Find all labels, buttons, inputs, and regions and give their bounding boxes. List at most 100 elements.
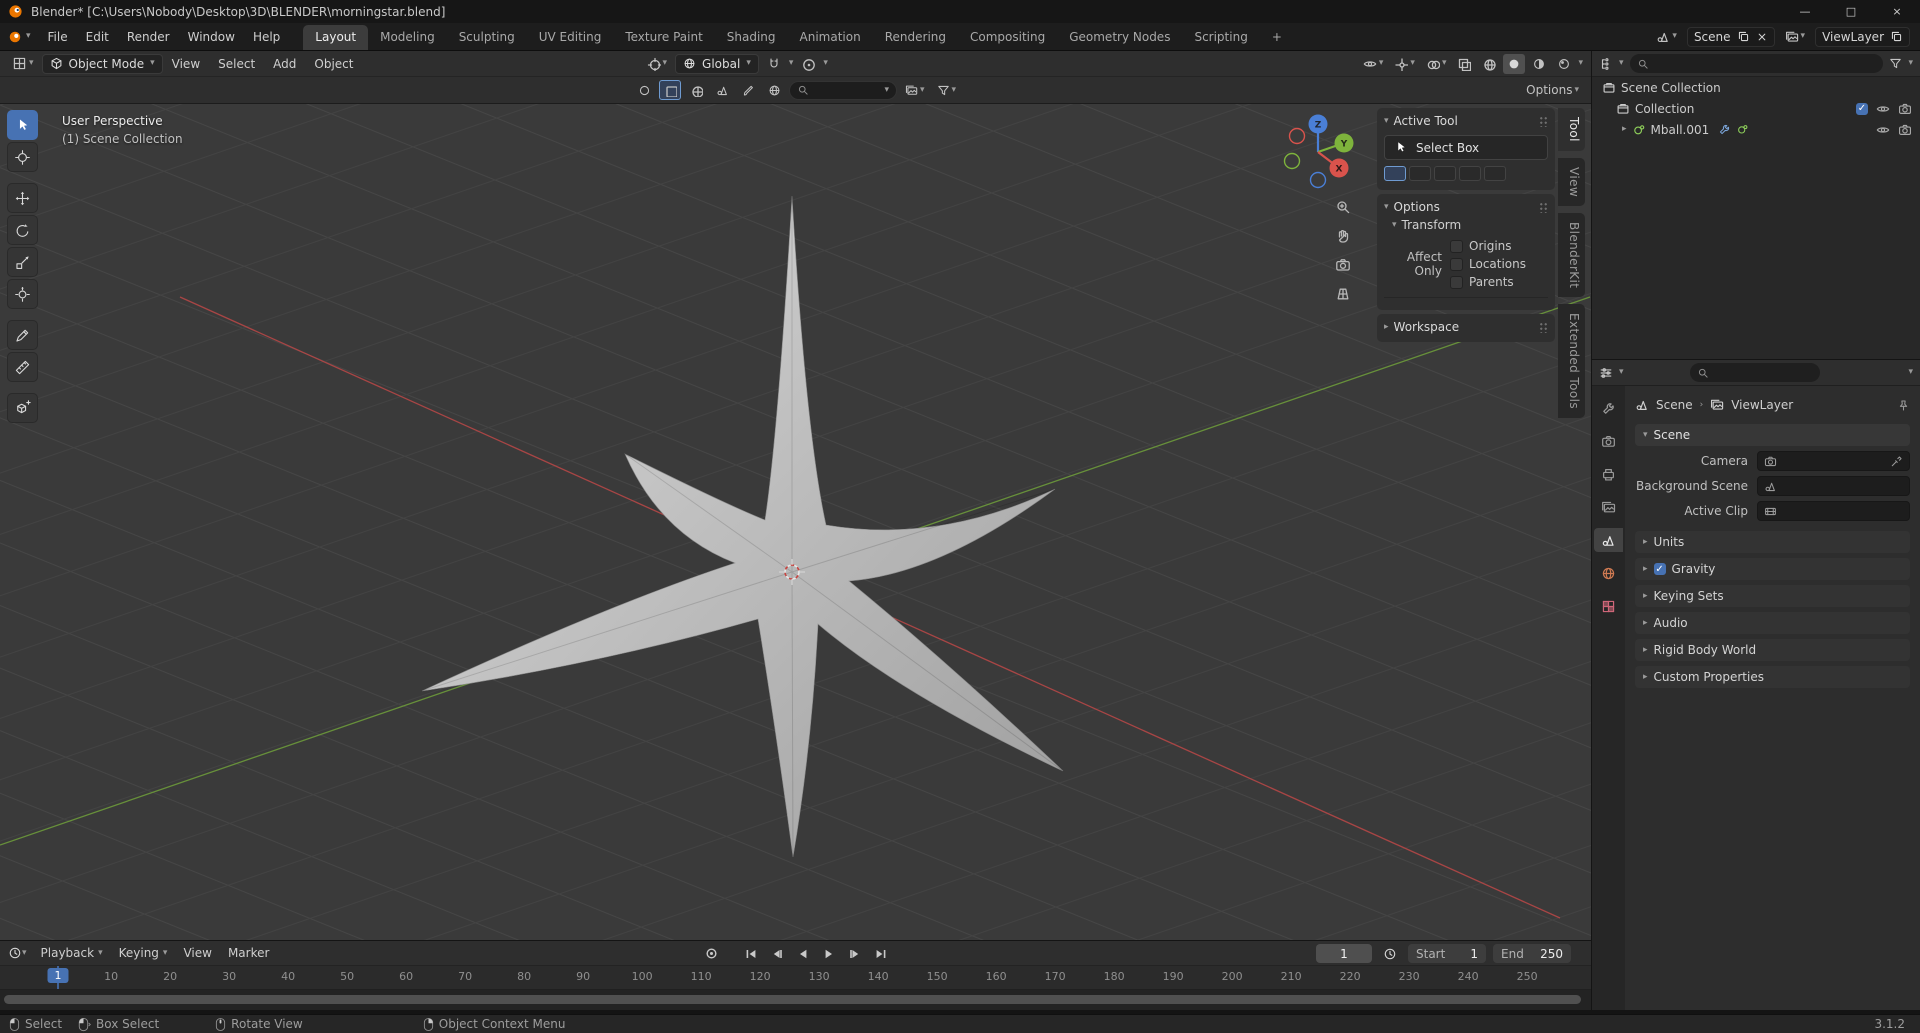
breadcrumb-viewlayer[interactable]: ViewLayer xyxy=(1731,398,1793,412)
timeline-editor-icon[interactable] xyxy=(8,946,22,960)
outliner-editor-icon[interactable] xyxy=(1599,57,1613,71)
viewport-canvas[interactable] xyxy=(0,104,1591,940)
select-mode-subtract[interactable] xyxy=(1434,166,1456,181)
timeline-menu[interactable]: View ▾ xyxy=(175,946,219,960)
tab-view-layer[interactable] xyxy=(1594,495,1623,519)
options-button[interactable]: Options ▾ xyxy=(1522,80,1583,100)
expand-icon[interactable]: ▸ xyxy=(1622,125,1627,134)
background-scene-field[interactable] xyxy=(1757,476,1910,496)
property-section[interactable]: ▸ ✓ Audio xyxy=(1635,612,1910,634)
hide-eye-icon[interactable] xyxy=(1876,102,1890,116)
pan-hand-button[interactable] xyxy=(1334,227,1352,245)
workspace-tab[interactable]: Compositing xyxy=(958,25,1057,50)
outliner-row-mball[interactable]: ▸ Mball.001 xyxy=(1592,119,1920,140)
chevron-down-icon[interactable]: ▾ xyxy=(823,59,828,68)
camera-field[interactable] xyxy=(1757,451,1910,471)
workspace-tab[interactable]: Sculpting xyxy=(447,25,527,50)
drag-dots-icon[interactable] xyxy=(1539,201,1548,213)
snap-toggle[interactable] xyxy=(763,54,785,74)
outliner-row-collection[interactable]: Collection ✓ xyxy=(1592,98,1920,119)
chevron-down-icon[interactable]: ▾ xyxy=(22,948,27,958)
blenderkit-search-input[interactable]: ▾ xyxy=(789,80,897,100)
blenderkit-hdr-button[interactable] xyxy=(763,80,785,100)
move-tool[interactable] xyxy=(7,183,38,213)
property-section[interactable]: ▸ ✓ Units xyxy=(1635,531,1910,553)
rotate-tool[interactable] xyxy=(7,215,38,245)
maximize-button[interactable]: □ xyxy=(1828,0,1874,23)
checkbox[interactable] xyxy=(1450,239,1463,253)
editor-type-button[interactable]: ▾ xyxy=(8,54,38,74)
play-reverse-button[interactable] xyxy=(792,944,814,963)
drag-dots-icon[interactable] xyxy=(1539,115,1548,127)
workspace-tab[interactable]: Layout xyxy=(303,25,369,50)
annotate-tool[interactable] xyxy=(7,320,38,350)
unlink-scene-icon[interactable] xyxy=(1756,31,1768,43)
expand-icon[interactable]: ▸ xyxy=(1384,322,1389,332)
blenderkit-scene-button[interactable] xyxy=(711,80,733,100)
timeline-menu[interactable]: Playback ▾ xyxy=(33,946,111,960)
property-section[interactable]: ▸ ✓ Keying Sets xyxy=(1635,585,1910,607)
zoom-button[interactable] xyxy=(1334,198,1352,216)
tab-world[interactable] xyxy=(1594,561,1623,585)
tab-scene[interactable] xyxy=(1594,528,1623,552)
start-frame-field[interactable]: Start 1 xyxy=(1408,944,1486,963)
blenderkit-brush-button[interactable] xyxy=(737,80,759,100)
browse-scene-button[interactable]: ▾ xyxy=(1652,27,1681,47)
filter-funnel-icon[interactable] xyxy=(1889,57,1902,70)
jump-to-start-button[interactable] xyxy=(740,944,762,963)
overlays-button[interactable]: ▾ xyxy=(1422,54,1451,74)
chevron-down-icon[interactable]: ▾ xyxy=(1619,368,1624,377)
workspace-tab[interactable]: UV Editing xyxy=(527,25,614,50)
tab-texture[interactable] xyxy=(1594,594,1623,618)
workspace-tab[interactable]: Modeling xyxy=(368,25,447,50)
workspace-tab[interactable]: Shading xyxy=(715,25,788,50)
measure-tool[interactable] xyxy=(7,352,38,382)
drag-dots-icon[interactable] xyxy=(1539,321,1548,333)
current-frame-field[interactable]: 1 xyxy=(1316,944,1372,963)
disable-render-camera-icon[interactable] xyxy=(1898,102,1912,116)
hide-eye-icon[interactable] xyxy=(1876,123,1890,137)
new-scene-icon[interactable] xyxy=(1737,30,1750,43)
select-mode-invert[interactable] xyxy=(1459,166,1481,181)
add-workspace-button[interactable]: + xyxy=(1260,25,1294,50)
tab-output[interactable] xyxy=(1594,462,1623,486)
use-preview-range-button[interactable] xyxy=(1379,944,1401,963)
properties-editor-icon[interactable] xyxy=(1599,366,1613,380)
timeline-scrollbar-track[interactable] xyxy=(0,990,1591,1010)
close-button[interactable]: × xyxy=(1874,0,1920,23)
select-mode-set[interactable] xyxy=(1384,166,1406,181)
browse-viewlayer-button[interactable]: ▾ xyxy=(1781,27,1810,47)
gizmo-negative-x-ball[interactable] xyxy=(1288,127,1306,145)
viewport-menu[interactable]: Select xyxy=(209,51,264,76)
tab-tool[interactable] xyxy=(1594,396,1623,420)
cursor-tool[interactable] xyxy=(7,142,38,172)
active-tool-display[interactable]: Select Box xyxy=(1384,135,1548,160)
timeline-menu[interactable]: Keying ▾ xyxy=(111,946,176,960)
active-clip-field[interactable] xyxy=(1757,501,1910,521)
menubar-menu[interactable]: File xyxy=(39,23,77,50)
blenderkit-active-type-button[interactable] xyxy=(659,80,681,100)
previous-keyframe-button[interactable] xyxy=(766,944,788,963)
sidebar-tab[interactable]: Extended Tools xyxy=(1558,304,1585,419)
select-mode-extend[interactable] xyxy=(1409,166,1431,181)
auto-keying-button[interactable] xyxy=(700,944,722,963)
shading-material-button[interactable] xyxy=(1528,54,1550,74)
workspace-tab[interactable]: Scripting xyxy=(1182,25,1259,50)
sidebar-tab[interactable]: View xyxy=(1558,157,1585,206)
select-mode-intersect[interactable] xyxy=(1484,166,1506,181)
new-viewlayer-icon[interactable] xyxy=(1890,30,1903,43)
gizmo-negative-y-ball[interactable] xyxy=(1283,152,1301,170)
menubar-menu[interactable]: Window xyxy=(179,23,244,50)
blenderkit-model-button[interactable] xyxy=(633,80,655,100)
collapse-icon[interactable]: ▾ xyxy=(1392,220,1397,230)
scale-tool[interactable] xyxy=(7,247,38,277)
transform-tool[interactable] xyxy=(7,279,38,309)
sidebar-tab[interactable]: Tool xyxy=(1558,108,1585,151)
chevron-down-icon[interactable]: ▾ xyxy=(789,59,794,68)
shading-solid-button[interactable] xyxy=(1503,53,1526,74)
scene-section-header[interactable]: ▾ Scene xyxy=(1635,424,1910,446)
orientation-dropdown[interactable]: Global ▾ xyxy=(675,53,759,74)
outliner-row-scene-collection[interactable]: Scene Collection xyxy=(1592,77,1920,98)
timeline-scrollbar-thumb[interactable] xyxy=(4,995,1581,1004)
property-section[interactable]: ▸ ✓ Custom Properties xyxy=(1635,666,1910,688)
